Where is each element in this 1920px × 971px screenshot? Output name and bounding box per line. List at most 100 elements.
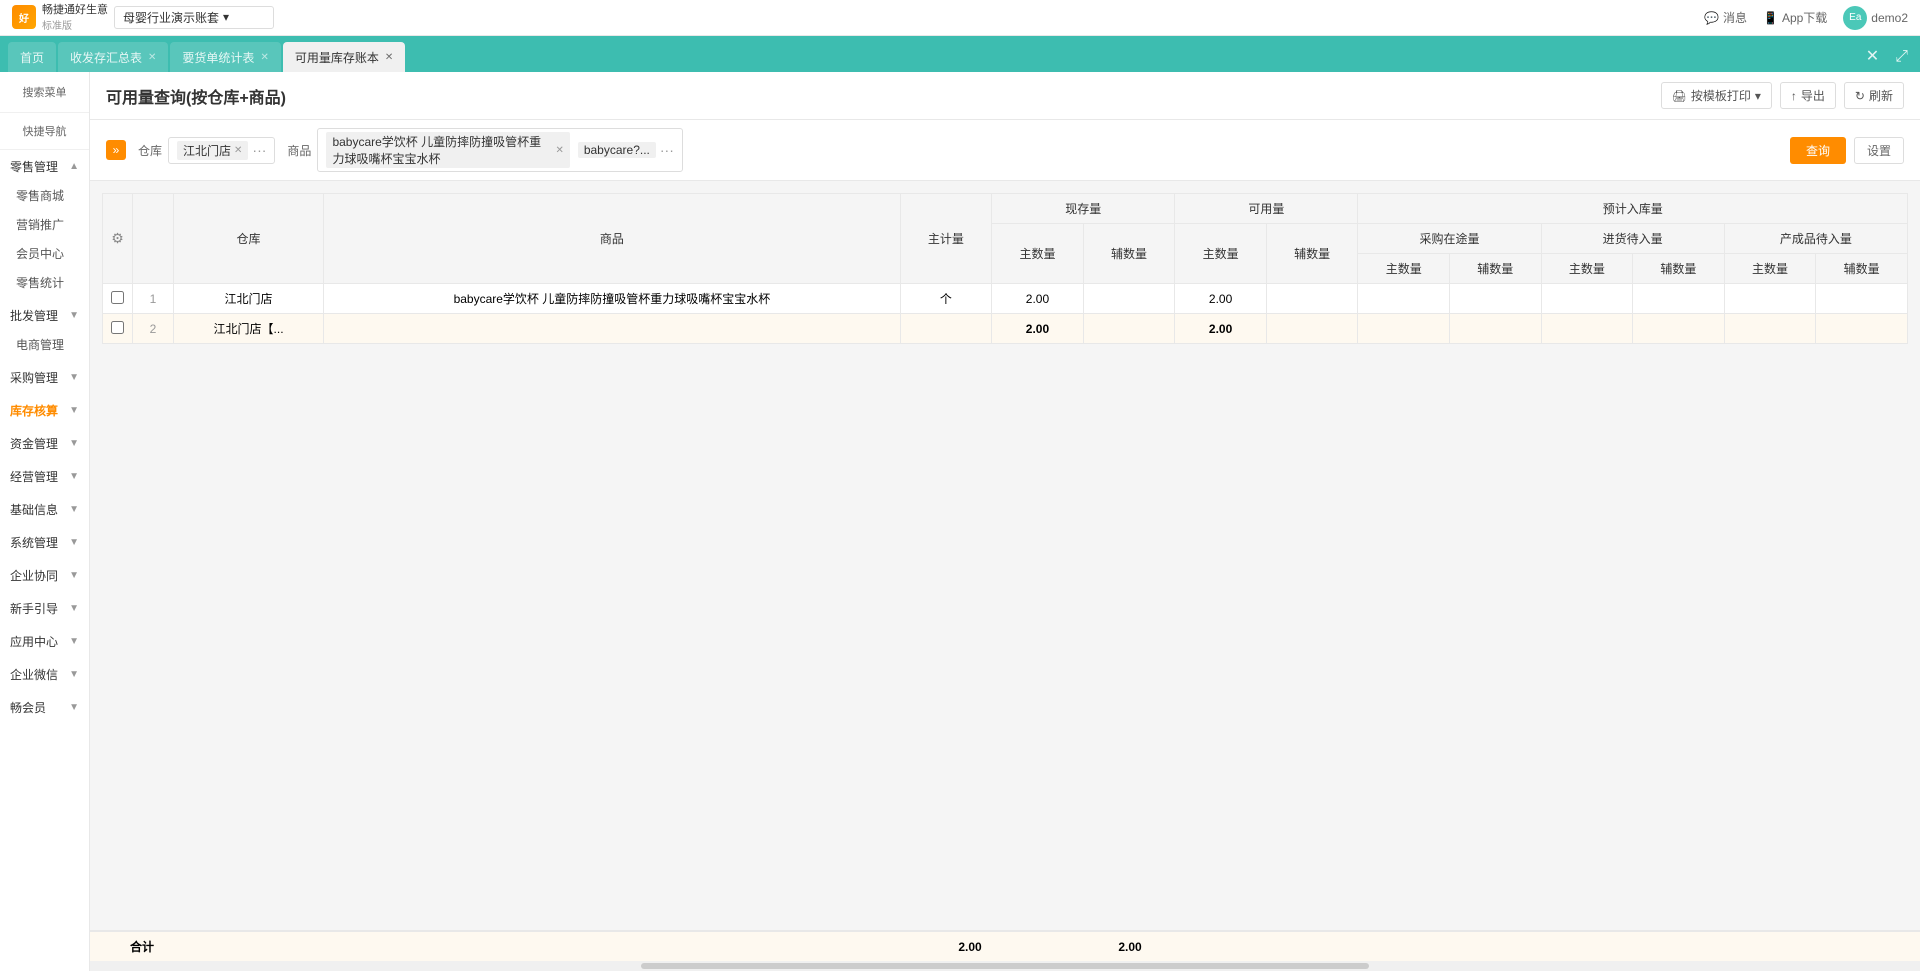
th-arrival-main: 主数量 — [1541, 254, 1633, 284]
export-btn[interactable]: ↑ 导出 — [1780, 82, 1836, 109]
row2-produced-aux — [1816, 314, 1908, 344]
tab-bar-actions: ✕ ⤢ — [1862, 42, 1912, 72]
filter-warehouse-tag-close[interactable]: ✕ — [234, 145, 242, 156]
filter-product-input[interactable]: babycare学饮杯 儿童防摔防撞吸管杯重力球吸嘴杯宝宝水杯 ✕ babyca… — [317, 128, 682, 172]
sidebar-section-appstore-header[interactable]: 应用中心 ▼ — [0, 627, 89, 656]
th-current-aux: 辅数量 — [1083, 224, 1175, 284]
row2-check[interactable] — [103, 314, 133, 344]
filter-product-tag1-close[interactable]: ✕ — [555, 145, 563, 156]
sidebar-section-inventory-header[interactable]: 库存核算 ▼ — [0, 396, 89, 425]
sidebar-item-retail-mall[interactable]: 零售商城 — [0, 181, 89, 210]
setting-btn[interactable]: 设置 — [1854, 137, 1904, 164]
sidebar-item-retail-stats[interactable]: 零售统计 — [0, 268, 89, 297]
sidebar-section-finance: 资金管理 ▼ — [0, 427, 89, 460]
sidebar-section-enterprise-header[interactable]: 企业协同 ▼ — [0, 561, 89, 590]
sidebar-section-system-arrow: ▼ — [69, 537, 79, 548]
sidebar-section-inventory-arrow: ▼ — [69, 405, 79, 416]
sidebar-section-enterprise-label: 企业协同 — [10, 567, 58, 584]
sidebar-section-wechat-header[interactable]: 企业微信 ▼ — [0, 660, 89, 689]
sidebar-section-newbie-arrow: ▼ — [69, 603, 79, 614]
tab-bar: 首页 收发存汇总表 ✕ 要货单统计表 ✕ 可用量库存账本 ✕ ✕ ⤢ — [0, 36, 1920, 72]
sidebar-section-retail: 零售管理 ▲ 零售商城 营销推广 会员中心 零售统计 — [0, 150, 89, 299]
filter-product-label: 商品 — [287, 142, 311, 159]
avatar: Ea — [1843, 6, 1867, 30]
th-product: 商品 — [324, 194, 900, 284]
sidebar-section-ops-header[interactable]: 经营管理 ▼ — [0, 462, 89, 491]
print-btn[interactable]: 🖨 按模板打印 ▾ — [1661, 82, 1772, 109]
sidebar-section-newbie: 新手引导 ▼ — [0, 592, 89, 625]
row1-check[interactable] — [103, 284, 133, 314]
sidebar-section-basic-label: 基础信息 — [10, 501, 58, 518]
table-row: 1 江北门店 babycare学饮杯 儿童防摔防撞吸管杯重力球吸嘴杯宝宝水杯 个… — [103, 284, 1908, 314]
message-icon: 💬 — [1704, 11, 1719, 25]
sidebar-quick-nav-btn[interactable]: 快捷导航 — [0, 117, 89, 145]
filter-product-dots[interactable]: ··· — [660, 142, 674, 158]
sidebar-section-wholesale-arrow: ▼ — [69, 310, 79, 321]
tab-fullscreen-btn[interactable]: ⤢ — [1891, 42, 1912, 72]
sidebar-section-procurement-header[interactable]: 采购管理 ▼ — [0, 363, 89, 392]
sidebar-section-retail-header[interactable]: 零售管理 ▲ — [0, 152, 89, 181]
th-available: 可用量 — [1175, 194, 1358, 224]
sidebar-item-ecommerce[interactable]: 电商管理 — [0, 330, 89, 359]
row2-purchase-main — [1358, 314, 1450, 344]
sidebar-section-finance-header[interactable]: 资金管理 ▼ — [0, 429, 89, 458]
refresh-btn[interactable]: ↻ 刷新 — [1844, 82, 1904, 109]
sidebar-section-wholesale-label: 批发管理 — [10, 307, 58, 324]
tab-order-stats[interactable]: 要货单统计表 ✕ — [170, 42, 280, 72]
th-planned-in: 预计入库量 — [1358, 194, 1908, 224]
th-warehouse: 仓库 — [173, 194, 323, 284]
query-btn[interactable]: 查询 — [1790, 137, 1846, 164]
logo-area: 好 畅捷通好生意 标准版 母婴行业演示账套 ▾ — [12, 3, 274, 32]
tab-receive-summary[interactable]: 收发存汇总表 ✕ — [58, 42, 168, 72]
messages-btn[interactable]: 💬 消息 — [1704, 9, 1747, 26]
row1-index: 1 — [133, 284, 174, 314]
row1-warehouse: 江北门店 — [173, 284, 323, 314]
sidebar-section-wholesale-header[interactable]: 批发管理 ▼ — [0, 301, 89, 330]
sidebar-section-basic-header[interactable]: 基础信息 ▼ — [0, 495, 89, 524]
user-menu-btn[interactable]: Ea demo2 — [1843, 6, 1908, 30]
store-selector[interactable]: 母婴行业演示账套 ▾ — [114, 6, 274, 29]
tab-receive-summary-close[interactable]: ✕ — [148, 52, 156, 63]
tab-home[interactable]: 首页 — [8, 42, 56, 72]
app-download-btn[interactable]: 📱 App下载 — [1763, 9, 1827, 26]
row2-purchase-aux — [1450, 314, 1542, 344]
sidebar-section-newbie-header[interactable]: 新手引导 ▼ — [0, 594, 89, 623]
sidebar-item-members[interactable]: 会员中心 — [0, 239, 89, 268]
logo-subtitle: 标准版 — [42, 17, 108, 32]
tab-order-stats-label: 要货单统计表 — [182, 49, 254, 66]
sidebar-section-inventory-label: 库存核算 — [10, 402, 58, 419]
row2-current-aux — [1083, 314, 1175, 344]
row2-checkbox[interactable] — [111, 321, 124, 334]
tab-order-stats-close[interactable]: ✕ — [260, 52, 268, 63]
tab-close-all-btn[interactable]: ✕ — [1862, 42, 1883, 72]
filter-product-value1: babycare学饮杯 儿童防摔防撞吸管杯重力球吸嘴杯宝宝水杯 — [332, 133, 552, 167]
filter-warehouse-dots[interactable]: ··· — [252, 142, 266, 158]
table-scrollbar[interactable] — [90, 961, 1920, 971]
filter-actions: 查询 设置 — [1790, 137, 1904, 164]
sidebar-item-marketing[interactable]: 营销推广 — [0, 210, 89, 239]
row1-checkbox[interactable] — [111, 291, 124, 304]
scroll-thumb[interactable] — [641, 963, 1370, 969]
filter-warehouse-value: 江北门店 — [183, 142, 231, 159]
row1-arrival-main — [1541, 284, 1633, 314]
filter-warehouse-input[interactable]: 江北门店 ✕ ··· — [168, 137, 275, 164]
footer-avail-main-total: 2.00 — [1090, 940, 1170, 954]
sidebar-section-system-header[interactable]: 系统管理 ▼ — [0, 528, 89, 557]
sidebar-section-appstore-arrow: ▼ — [69, 636, 79, 647]
th-arrival-pending: 进货待入量 — [1541, 224, 1724, 254]
row2-current-main: 2.00 — [992, 314, 1084, 344]
footer-label: 合计 — [90, 938, 180, 955]
th-purchase-in-transit: 采购在途量 — [1358, 224, 1541, 254]
sidebar-section-changyuanyuan-header[interactable]: 畅会员 ▼ — [0, 693, 89, 722]
column-settings-icon[interactable]: ⚙ — [111, 230, 124, 246]
sidebar-search-btn[interactable]: 搜索菜单 — [8, 80, 81, 104]
table-container: ⚙ 仓库 商品 主计量 现存量 可用量 预计入库量 主数量 辅数量 主数量 — [90, 181, 1920, 930]
filter-expand-btn[interactable]: » — [106, 140, 126, 160]
sidebar-section-basic: 基础信息 ▼ — [0, 493, 89, 526]
tab-available-inventory[interactable]: 可用量库存账本 ✕ — [283, 42, 405, 72]
tab-available-inventory-close[interactable]: ✕ — [385, 52, 393, 63]
th-gear[interactable]: ⚙ — [103, 194, 133, 284]
export-label: 导出 — [1801, 87, 1825, 104]
sidebar-section-retail-label: 零售管理 — [10, 158, 58, 175]
filter-warehouse-tag: 江北门店 ✕ — [177, 141, 248, 160]
